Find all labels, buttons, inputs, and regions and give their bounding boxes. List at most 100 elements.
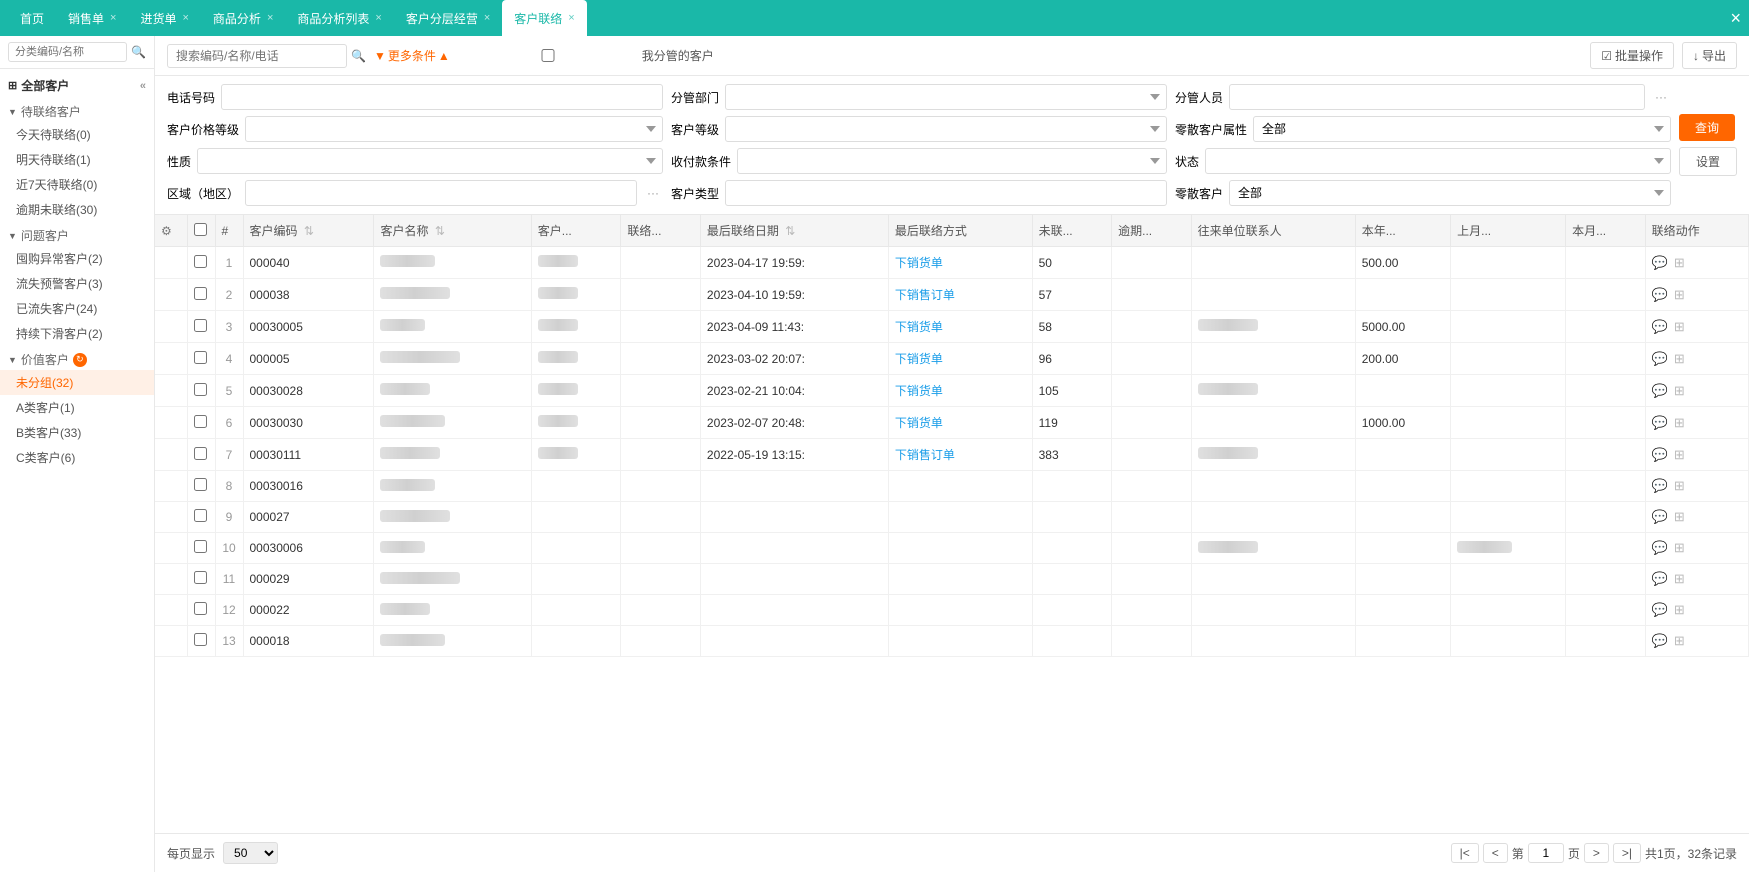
grid-action-icon[interactable]: ⊞: [1674, 351, 1685, 367]
message-icon[interactable]: 💬: [1652, 447, 1668, 463]
group-pending-contact[interactable]: ▼ 待联络客户: [0, 98, 154, 122]
grid-action-icon[interactable]: ⊞: [1674, 571, 1685, 587]
last-page-btn[interactable]: >|: [1613, 843, 1641, 863]
contact-type-link[interactable]: 下销货单: [895, 320, 943, 334]
grid-action-icon[interactable]: ⊞: [1674, 478, 1685, 494]
global-close-icon[interactable]: ×: [1730, 8, 1741, 29]
phone-input[interactable]: [221, 84, 663, 110]
grid-action-icon[interactable]: ⊞: [1674, 287, 1685, 303]
row-checkbox[interactable]: [194, 383, 207, 396]
contact-type-link[interactable]: 下销货单: [895, 384, 943, 398]
row-checkbox[interactable]: [194, 478, 207, 491]
group-problem-customers[interactable]: ▼ 问题客户: [0, 222, 154, 246]
prev-page-btn[interactable]: <: [1483, 843, 1508, 863]
contact-type-link[interactable]: 下销售订单: [895, 288, 955, 302]
message-icon[interactable]: 💬: [1652, 509, 1668, 525]
search-input[interactable]: [167, 44, 347, 68]
first-page-btn[interactable]: |<: [1451, 843, 1479, 863]
col-last-contact-date[interactable]: 最后联络日期 ⇅: [700, 215, 888, 247]
sidebar-search-icon[interactable]: 🔍: [131, 45, 146, 59]
region-dots-icon[interactable]: ···: [643, 186, 663, 200]
reset-btn[interactable]: 设置: [1679, 147, 1737, 176]
row-checkbox[interactable]: [194, 319, 207, 332]
grid-action-icon[interactable]: ⊞: [1674, 319, 1685, 335]
close-sales-tab-icon[interactable]: ×: [110, 12, 116, 24]
sidebar-item-class-c[interactable]: C类客户(6): [0, 445, 154, 470]
nav-home[interactable]: 首页: [8, 0, 56, 36]
filter-search-icon[interactable]: 🔍: [351, 49, 366, 63]
payment-select[interactable]: [737, 148, 1167, 174]
customer-level-select[interactable]: [725, 116, 1167, 142]
price-level-select[interactable]: [245, 116, 663, 142]
more-conditions-btn[interactable]: ▼ 更多条件 ▲: [374, 47, 450, 64]
grid-action-icon[interactable]: ⊞: [1674, 540, 1685, 556]
sidebar-item-abnormal-purchase[interactable]: 囤购异常客户(2): [0, 246, 154, 271]
table-settings-icon[interactable]: ⚙: [161, 224, 172, 238]
query-btn[interactable]: 查询: [1679, 114, 1735, 141]
message-icon[interactable]: 💬: [1652, 383, 1668, 399]
message-icon[interactable]: 💬: [1652, 415, 1668, 431]
sidebar-item-churned[interactable]: 已流失客户(24): [0, 296, 154, 321]
message-icon[interactable]: 💬: [1652, 540, 1668, 556]
row-checkbox[interactable]: [194, 287, 207, 300]
sidebar-item-class-a[interactable]: A类客户(1): [0, 395, 154, 420]
close-customer-segment-tab-icon[interactable]: ×: [484, 12, 490, 24]
sidebar-item-class-b[interactable]: B类客户(33): [0, 420, 154, 445]
manager-dots-icon[interactable]: ···: [1651, 90, 1671, 104]
nav-tab-customer-contact[interactable]: 客户联络 ×: [502, 0, 586, 36]
sidebar-item-overdue-contact[interactable]: 逾期未联络(30): [0, 197, 154, 222]
contact-type-link[interactable]: 下销货单: [895, 256, 943, 270]
message-icon[interactable]: 💬: [1652, 319, 1668, 335]
sidebar-item-tomorrow-contact[interactable]: 明天待联络(1): [0, 147, 154, 172]
sidebar-item-today-contact[interactable]: 今天待联络(0): [0, 122, 154, 147]
nav-tab-analysis[interactable]: 商品分析 ×: [201, 0, 285, 36]
close-purchase-tab-icon[interactable]: ×: [182, 12, 188, 24]
nav-tab-customer-segment[interactable]: 客户分层经营 ×: [394, 0, 502, 36]
message-icon[interactable]: 💬: [1652, 571, 1668, 587]
grid-action-icon[interactable]: ⊞: [1674, 447, 1685, 463]
customer-type-input[interactable]: [725, 180, 1167, 206]
retail-attr-select[interactable]: 全部: [1253, 116, 1671, 142]
nav-tab-analysis-list[interactable]: 商品分析列表 ×: [285, 0, 393, 36]
region-input[interactable]: [245, 180, 637, 206]
contact-type-link[interactable]: 下销售订单: [895, 448, 955, 462]
grid-action-icon[interactable]: ⊞: [1674, 255, 1685, 271]
message-icon[interactable]: 💬: [1652, 602, 1668, 618]
grid-action-icon[interactable]: ⊞: [1674, 633, 1685, 649]
sidebar-item-churn-warning[interactable]: 流失预警客户(3): [0, 271, 154, 296]
sidebar-search-input[interactable]: [8, 42, 127, 62]
sidebar-item-7day-contact[interactable]: 近7天待联络(0): [0, 172, 154, 197]
nature-select[interactable]: [197, 148, 663, 174]
contact-type-link[interactable]: 下销货单: [895, 416, 943, 430]
next-page-btn[interactable]: >: [1584, 843, 1609, 863]
all-customers-header[interactable]: ⊞ 全部客户 «: [0, 69, 154, 98]
col-customer-code[interactable]: 客户编码 ⇅: [243, 215, 374, 247]
select-all-checkbox[interactable]: [194, 223, 207, 236]
grid-action-icon[interactable]: ⊞: [1674, 602, 1685, 618]
sidebar-item-ungrouped[interactable]: 未分组(32): [0, 370, 154, 395]
message-icon[interactable]: 💬: [1652, 478, 1668, 494]
close-analysis-tab-icon[interactable]: ×: [267, 12, 273, 24]
row-checkbox[interactable]: [194, 509, 207, 522]
close-analysis-list-tab-icon[interactable]: ×: [375, 12, 381, 24]
grid-action-icon[interactable]: ⊞: [1674, 415, 1685, 431]
message-icon[interactable]: 💬: [1652, 287, 1668, 303]
row-checkbox[interactable]: [194, 633, 207, 646]
contact-type-link[interactable]: 下销货单: [895, 352, 943, 366]
row-checkbox[interactable]: [194, 571, 207, 584]
grid-action-icon[interactable]: ⊞: [1674, 509, 1685, 525]
batch-ops-btn[interactable]: ☑ 批量操作: [1590, 42, 1674, 69]
row-checkbox[interactable]: [194, 351, 207, 364]
row-checkbox[interactable]: [194, 540, 207, 553]
my-customers-checkbox-wrap[interactable]: 我分管的客户: [458, 47, 714, 64]
sidebar-item-declining[interactable]: 持续下滑客户(2): [0, 321, 154, 346]
nav-tab-purchase[interactable]: 进货单 ×: [128, 0, 200, 36]
export-btn[interactable]: ↓ 导出: [1682, 42, 1737, 69]
message-icon[interactable]: 💬: [1652, 255, 1668, 271]
row-checkbox[interactable]: [194, 415, 207, 428]
col-customer-name[interactable]: 客户名称 ⇅: [374, 215, 531, 247]
dept-select[interactable]: [725, 84, 1167, 110]
nav-tab-sales[interactable]: 销售单 ×: [56, 0, 128, 36]
manager-input[interactable]: [1229, 84, 1645, 110]
my-customers-checkbox[interactable]: [458, 49, 638, 62]
